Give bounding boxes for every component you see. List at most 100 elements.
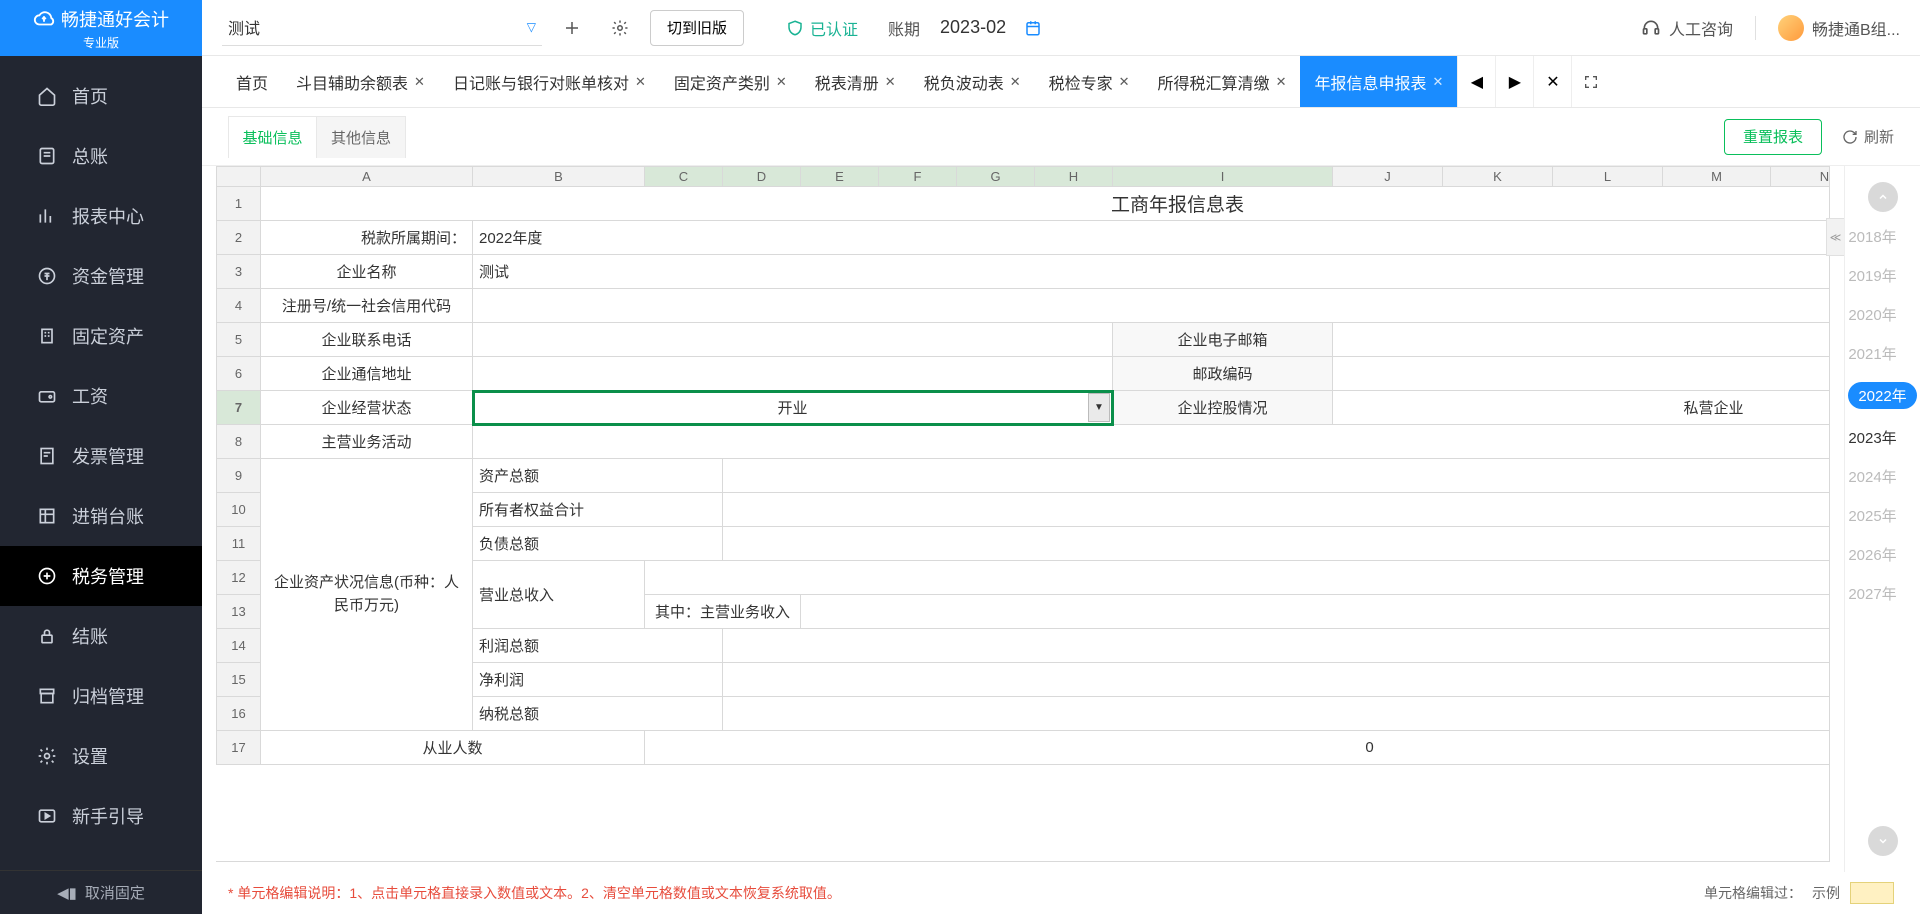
close-icon[interactable]: ✕ <box>414 74 425 90</box>
year-item[interactable]: 2024年 <box>1848 466 1916 487</box>
cell[interactable]: 2022年度 <box>473 221 1831 255</box>
cell[interactable] <box>723 629 1831 663</box>
col-header[interactable]: B <box>473 167 645 187</box>
row-header[interactable]: 6 <box>217 357 261 391</box>
cell[interactable]: 企业电子邮箱 <box>1113 323 1333 357</box>
year-item[interactable]: 2020年 <box>1848 304 1916 325</box>
col-header[interactable]: J <box>1333 167 1443 187</box>
cell[interactable] <box>473 289 1831 323</box>
close-icon[interactable]: ✕ <box>885 74 896 90</box>
cell[interactable] <box>723 493 1831 527</box>
nav-closing[interactable]: 结账 <box>0 606 202 666</box>
cell[interactable]: 资产总额 <box>473 459 723 493</box>
nav-archive[interactable]: 归档管理 <box>0 666 202 726</box>
cell[interactable] <box>723 697 1831 731</box>
cell[interactable]: 测试 <box>473 255 1831 289</box>
nav-ledger[interactable]: 总账 <box>0 126 202 186</box>
spreadsheet[interactable]: A B C D E F G H I J K L <box>216 166 1830 862</box>
cell[interactable] <box>645 561 1831 595</box>
rail-collapse[interactable]: ≪ <box>1826 218 1844 256</box>
scroll-up-button[interactable] <box>1868 182 1898 212</box>
row-header[interactable]: 3 <box>217 255 261 289</box>
user-menu[interactable]: 畅捷通B组... <box>1778 15 1900 41</box>
tab-annual-report[interactable]: 年报信息申报表✕ <box>1300 56 1457 107</box>
row-header[interactable]: 10 <box>217 493 261 527</box>
col-header[interactable]: C <box>645 167 723 187</box>
nav-invoices[interactable]: 发票管理 <box>0 426 202 486</box>
row-header[interactable]: 4 <box>217 289 261 323</box>
row-header[interactable]: 2 <box>217 221 261 255</box>
cell[interactable]: 负债总额 <box>473 527 723 561</box>
col-header[interactable]: F <box>879 167 957 187</box>
year-item[interactable]: 2018年 <box>1848 226 1916 247</box>
calendar-icon[interactable] <box>1024 19 1042 37</box>
col-header[interactable]: D <box>723 167 801 187</box>
cell[interactable] <box>473 357 1113 391</box>
cell[interactable] <box>473 323 1113 357</box>
nav-funds[interactable]: 资金管理 <box>0 246 202 306</box>
year-item[interactable]: 2025年 <box>1848 505 1916 526</box>
subtab-other[interactable]: 其他信息 <box>317 117 405 158</box>
cell[interactable]: 企业经营状态 <box>261 391 473 425</box>
row-header[interactable]: 13 <box>217 595 261 629</box>
col-header[interactable]: N <box>1771 167 1831 187</box>
asset-block-label[interactable]: 企业资产状况信息(币种：人民币万元) <box>261 459 473 731</box>
cell[interactable]: 其中：主营业务收入 <box>645 595 801 629</box>
row-header[interactable]: 7 <box>217 391 261 425</box>
tab-scroll-left[interactable]: ◀ <box>1457 56 1495 107</box>
reset-button[interactable]: 重置报表 <box>1724 119 1822 155</box>
close-icon[interactable]: ✕ <box>1276 74 1287 90</box>
col-header[interactable]: K <box>1443 167 1553 187</box>
fullscreen-button[interactable] <box>1571 56 1609 107</box>
cell[interactable] <box>801 595 1831 629</box>
subtab-basic[interactable]: 基础信息 <box>229 117 317 158</box>
close-icon[interactable]: ✕ <box>1010 74 1021 90</box>
year-item[interactable]: 2026年 <box>1848 544 1916 565</box>
cell[interactable] <box>723 527 1831 561</box>
cell[interactable]: 利润总额 <box>473 629 723 663</box>
cell[interactable]: 所有者权益合计 <box>473 493 723 527</box>
cell[interactable]: 税款所属期间： <box>261 221 473 255</box>
cell[interactable]: 企业通信地址 <box>261 357 473 391</box>
row-header[interactable]: 5 <box>217 323 261 357</box>
tab-home[interactable]: 首页 <box>222 56 282 107</box>
tab-tax-expert[interactable]: 税检专家✕ <box>1035 56 1144 107</box>
cell[interactable]: 企业名称 <box>261 255 473 289</box>
col-header[interactable]: L <box>1553 167 1663 187</box>
cell[interactable] <box>723 663 1831 697</box>
tab-tax-list[interactable]: 税表清册✕ <box>801 56 910 107</box>
business-status-cell[interactable]: 开业▼ <box>473 391 1113 425</box>
row-header[interactable]: 12 <box>217 561 261 595</box>
row-header[interactable]: 1 <box>217 187 261 221</box>
dropdown-arrow-icon[interactable]: ▼ <box>1088 393 1110 422</box>
tab-journal-recon[interactable]: 日记账与银行对账单核对✕ <box>439 56 660 107</box>
close-icon[interactable]: ✕ <box>1432 74 1443 90</box>
nav-inventory[interactable]: 进销台账 <box>0 486 202 546</box>
tab-tax-fluct[interactable]: 税负波动表✕ <box>910 56 1035 107</box>
cell[interactable]: 从业人数 <box>261 731 645 765</box>
unpin-button[interactable]: ◀▮ 取消固定 <box>0 870 202 914</box>
cell[interactable] <box>723 459 1831 493</box>
row-header[interactable]: 16 <box>217 697 261 731</box>
tab-asset-category[interactable]: 固定资产类别✕ <box>660 56 801 107</box>
row-header[interactable]: 9 <box>217 459 261 493</box>
col-header[interactable]: H <box>1035 167 1113 187</box>
add-button[interactable] <box>554 10 590 46</box>
switch-old-button[interactable]: 切到旧版 <box>650 10 744 46</box>
col-header[interactable]: M <box>1663 167 1771 187</box>
row-header[interactable]: 15 <box>217 663 261 697</box>
nav-fixed-assets[interactable]: 固定资产 <box>0 306 202 366</box>
close-icon[interactable]: ✕ <box>776 74 787 90</box>
close-icon[interactable]: ✕ <box>635 74 646 90</box>
col-header[interactable]: G <box>957 167 1035 187</box>
row-header[interactable]: 14 <box>217 629 261 663</box>
cell[interactable]: 邮政编码 <box>1113 357 1333 391</box>
cell[interactable]: 纳税总额 <box>473 697 723 731</box>
col-header[interactable]: A <box>261 167 473 187</box>
cell[interactable]: 主营业务活动 <box>261 425 473 459</box>
nav-settings[interactable]: 设置 <box>0 726 202 786</box>
nav-home[interactable]: 首页 <box>0 66 202 126</box>
tab-aux-balance[interactable]: 斗目辅助余额表✕ <box>282 56 439 107</box>
company-selector[interactable]: 测试 ▽ <box>222 10 542 46</box>
cell[interactable]: 0 <box>645 731 1831 765</box>
